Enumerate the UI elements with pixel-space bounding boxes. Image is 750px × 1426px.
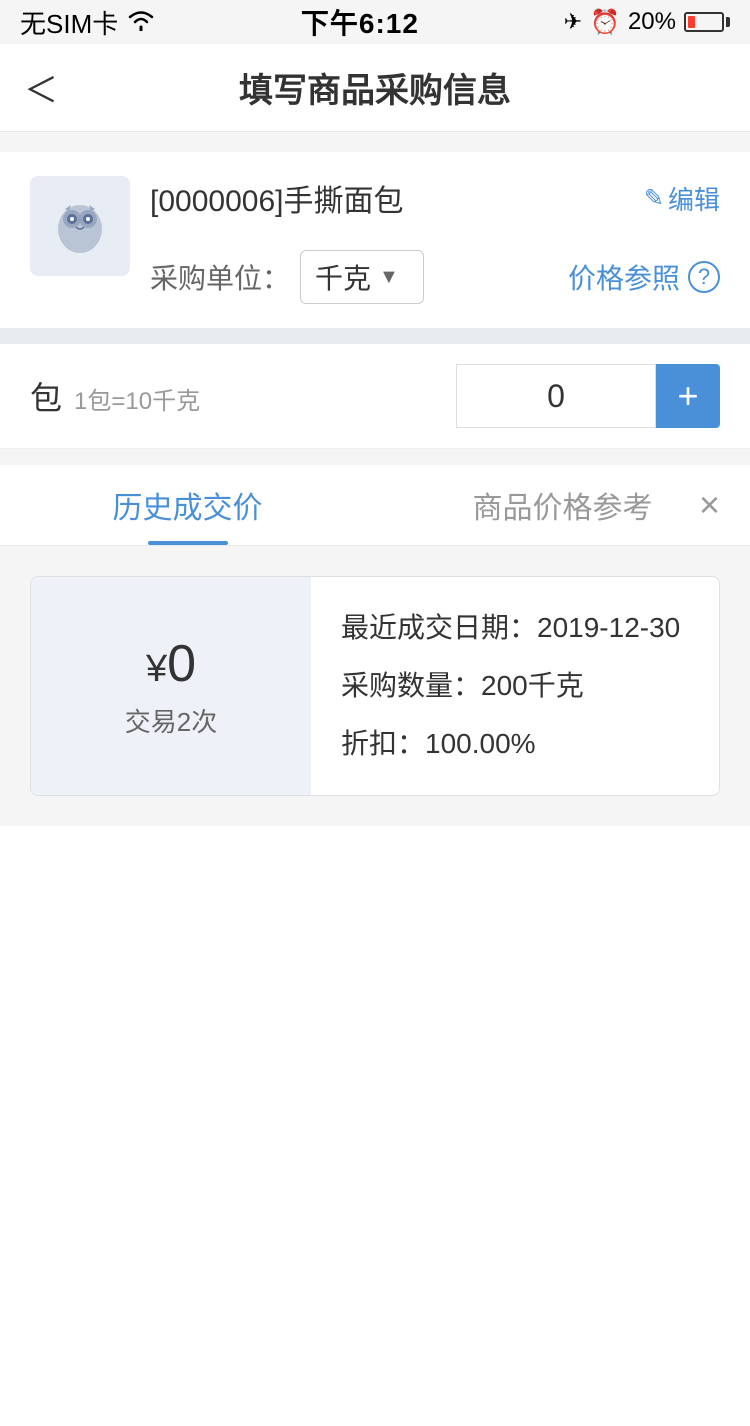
tab-active-indicator: [148, 541, 228, 545]
purchase-unit-label: 采购单位：: [150, 257, 290, 297]
tab1-label: 历史成交价: [113, 483, 263, 527]
tab-close-button[interactable]: ×: [699, 484, 720, 526]
history-recent-date-row: 最近成交日期：2019-12-30: [341, 607, 689, 649]
quantity-sub-label: 1包=10千克: [74, 381, 200, 416]
status-bar: 无SIM卡 下午6:12 ✈ ⏰ 20%: [0, 0, 750, 44]
product-card: [0000006]手撕面包 ✎ 编辑 采购单位： 千克 ▼ 价格参照: [0, 152, 750, 328]
quantity-label: 包 1包=10千克: [30, 373, 200, 419]
product-thumbnail: [30, 176, 130, 276]
panel-tabs: 历史成交价 商品价格参考 ×: [0, 465, 750, 546]
back-button[interactable]: ＜: [24, 63, 58, 112]
history-section: ¥0 交易2次 最近成交日期：2019-12-30 采购数量：200千克 折扣：…: [0, 546, 750, 826]
unit-value: 千克: [315, 257, 371, 297]
purchase-unit-row: 采购单位： 千克 ▼ 价格参照 ?: [150, 250, 720, 304]
battery-indicator: [684, 12, 730, 32]
price-ref-label: 价格参照: [568, 257, 680, 297]
alarm-icon: ⏰: [590, 8, 620, 37]
history-price-value: ¥0: [146, 634, 196, 694]
tab-product-price-ref[interactable]: 商品价格参考: [375, 465, 750, 545]
price-ref-button[interactable]: 价格参照 ?: [568, 257, 720, 297]
history-price-panel: ¥0 交易2次: [31, 577, 311, 795]
unit-select[interactable]: 千克 ▼: [300, 250, 424, 304]
product-info: [0000006]手撕面包 ✎ 编辑 采购单位： 千克 ▼ 价格参照: [150, 176, 720, 304]
product-name: [0000006]手撕面包: [150, 176, 403, 220]
page-title: 填写商品采购信息: [239, 63, 511, 112]
question-mark: ?: [698, 264, 710, 290]
recent-date-label: 最近成交日期：: [341, 612, 537, 643]
product-name-row: [0000006]手撕面包 ✎ 编辑: [150, 176, 720, 220]
price-amount: 0: [167, 635, 196, 693]
history-quantity-row: 采购数量：200千克: [341, 665, 689, 707]
edit-button[interactable]: ✎ 编辑: [644, 180, 720, 217]
carrier-text: 无SIM卡: [20, 4, 118, 41]
tab2-label: 商品价格参考: [473, 483, 653, 527]
tab-history-price[interactable]: 历史成交价: [0, 465, 375, 545]
quantity-input-group: +: [456, 364, 720, 428]
quantity-label-detail: 采购数量：: [341, 670, 481, 701]
currency-symbol: ¥: [146, 648, 167, 690]
status-time: 下午6:12: [301, 2, 419, 42]
quantity-input[interactable]: [456, 364, 656, 428]
quantity-plus-button[interactable]: +: [656, 364, 720, 428]
product-header: [0000006]手撕面包 ✎ 编辑 采购单位： 千克 ▼ 价格参照: [30, 176, 720, 304]
divider-strip: [0, 328, 750, 344]
product-thumb-svg: [45, 191, 115, 261]
product-id: [0000006]: [150, 185, 283, 218]
quantity-value-detail: 200千克: [481, 670, 584, 701]
discount-label: 折扣：: [341, 728, 425, 759]
discount-value: 100.00%: [425, 728, 536, 759]
bottom-area: [0, 826, 750, 1426]
history-discount-row: 折扣：100.00%: [341, 723, 689, 765]
history-detail-panel: 最近成交日期：2019-12-30 采购数量：200千克 折扣：100.00%: [311, 577, 719, 795]
wifi-icon: [126, 7, 156, 38]
status-carrier: 无SIM卡: [20, 4, 156, 41]
quantity-row: 包 1包=10千克 +: [0, 344, 750, 449]
history-times-label: 交易2次: [125, 702, 217, 739]
dropdown-arrow-icon: ▼: [379, 266, 399, 289]
product-title: 手撕面包: [283, 185, 403, 218]
battery-percent: 20%: [628, 8, 676, 36]
history-card: ¥0 交易2次 最近成交日期：2019-12-30 采购数量：200千克 折扣：…: [30, 576, 720, 796]
recent-date-value: 2019-12-30: [537, 612, 680, 643]
edit-icon: ✎: [644, 184, 664, 213]
edit-label: 编辑: [668, 180, 720, 217]
status-right-icons: ✈ ⏰ 20%: [564, 8, 730, 37]
quantity-unit-label: 包: [30, 373, 62, 419]
location-icon: ✈: [564, 9, 582, 35]
price-ref-hint-icon: ?: [688, 261, 720, 293]
nav-header: ＜ 填写商品采购信息: [0, 44, 750, 132]
